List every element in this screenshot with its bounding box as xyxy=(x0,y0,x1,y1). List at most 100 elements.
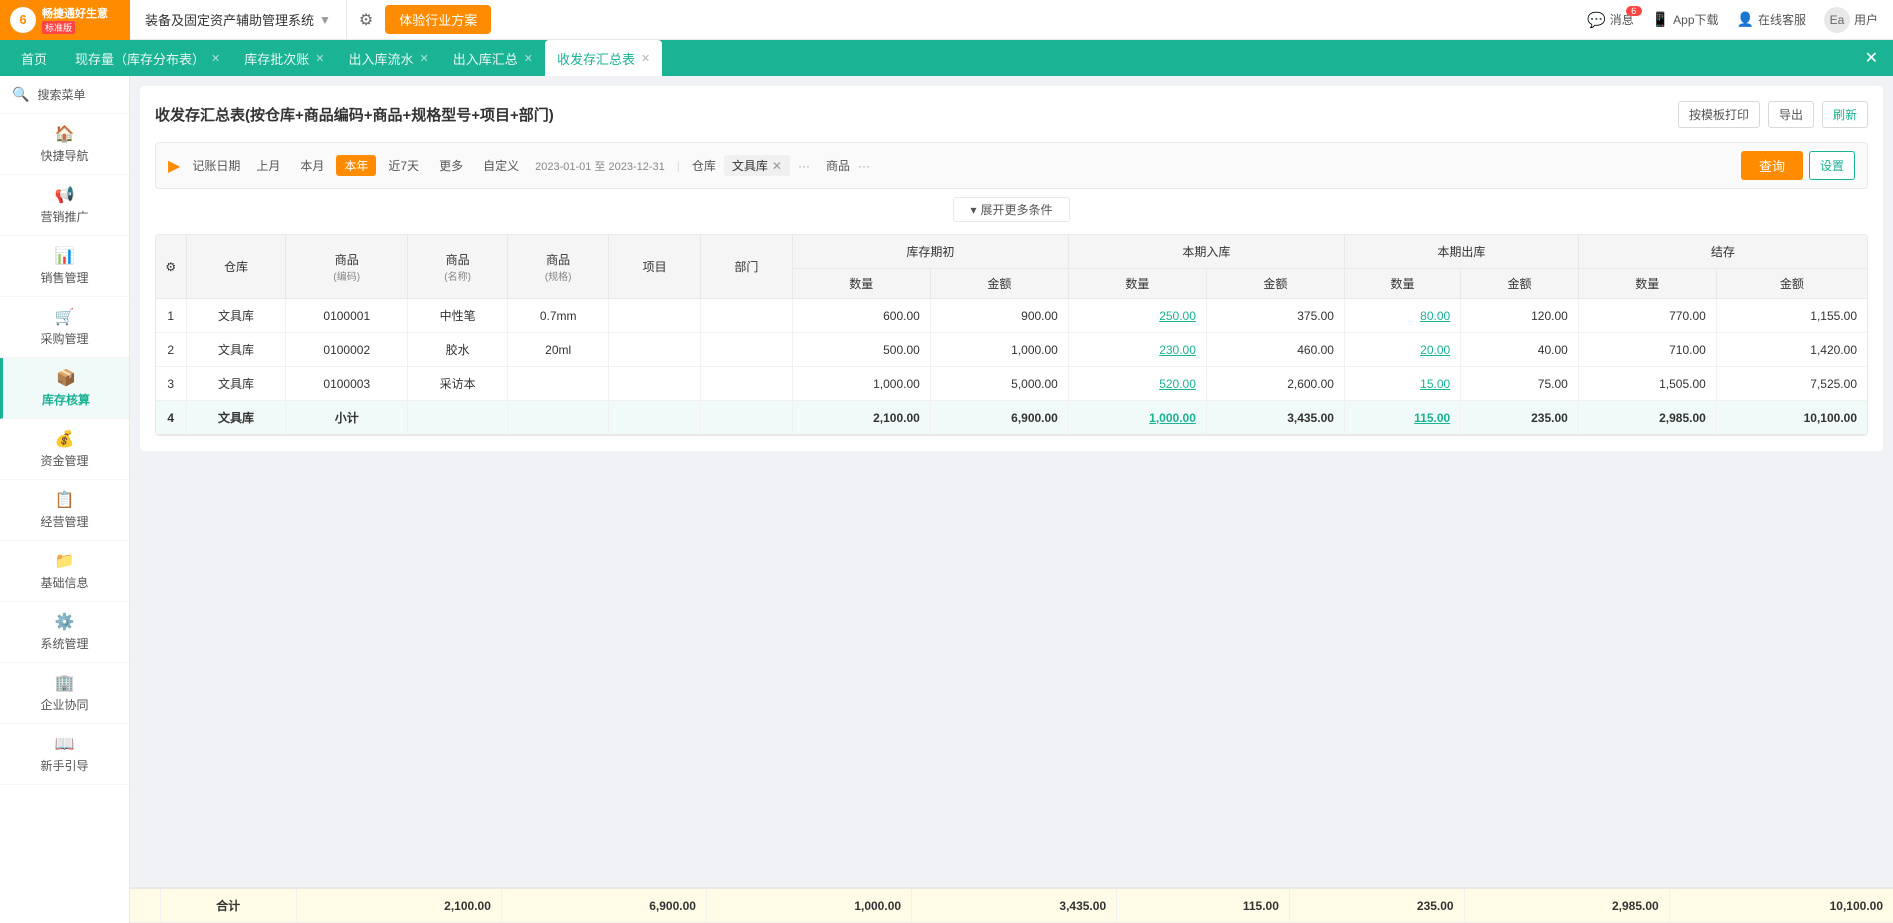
row1-no: 1 xyxy=(156,299,186,333)
total-out-qty: 115.00 xyxy=(1117,889,1290,923)
sidebar-inventory-label: 库存核算 xyxy=(42,391,90,408)
settings-button[interactable]: 设置 xyxy=(1809,151,1855,180)
refresh-button[interactable]: 刷新 xyxy=(1822,101,1868,128)
online-service-item[interactable]: 👤 在线客服 xyxy=(1737,11,1806,28)
sidebar-item-operations[interactable]: 📋 经营管理 xyxy=(0,480,129,541)
col-out-qty-header: 数量 xyxy=(1344,269,1460,299)
row3-name: 采访本 xyxy=(408,367,508,401)
row3-out-amt: 75.00 xyxy=(1461,367,1579,401)
sidebar-item-purchase[interactable]: 🛒 采购管理 xyxy=(0,297,129,358)
date-btn-last-month[interactable]: 上月 xyxy=(248,155,288,176)
expand-conditions-row: ▾ 展开更多条件 xyxy=(155,197,1868,222)
settings-icon-header[interactable]: ⚙ xyxy=(347,10,385,30)
sidebar-item-inventory[interactable]: 📦 库存核算 xyxy=(0,358,129,419)
operations-icon: 📋 xyxy=(55,490,75,510)
subtotal-in-amt: 3,435.00 xyxy=(1206,401,1344,435)
tab-bar-close[interactable]: ✕ xyxy=(1855,48,1888,68)
tab-recv-send-summary[interactable]: 收发存汇总表 ✕ xyxy=(545,40,662,76)
date-btn-7days[interactable]: 近7天 xyxy=(380,155,427,176)
sidebar-purchase-label: 采购管理 xyxy=(40,330,88,347)
tab-recv-send-summary-close[interactable]: ✕ xyxy=(641,52,650,65)
system-title: 装备及固定资产辅助管理系统 xyxy=(145,10,314,29)
subtotal-end-amt: 10,100.00 xyxy=(1716,401,1867,435)
filter-expand-arrow[interactable]: ▶ xyxy=(168,156,180,176)
tab-inout-summary-close[interactable]: ✕ xyxy=(524,52,533,65)
tab-batch-close[interactable]: ✕ xyxy=(315,52,324,65)
sidebar-item-base-info[interactable]: 📁 基础信息 xyxy=(0,541,129,602)
row2-in-amt: 460.00 xyxy=(1206,333,1344,367)
col-warehouse-header: 仓库 xyxy=(186,235,286,299)
print-button[interactable]: 按模板打印 xyxy=(1678,101,1760,128)
col-dept-header: 部门 xyxy=(701,235,793,299)
tab-batch[interactable]: 库存批次账 ✕ xyxy=(232,40,336,76)
subtotal-empty1 xyxy=(408,401,508,435)
sidebar-system-label: 系统管理 xyxy=(40,635,88,652)
date-btn-this-month[interactable]: 本月 xyxy=(292,155,332,176)
table-settings-icon[interactable]: ⚙ xyxy=(165,260,176,274)
total-open-qty: 2,100.00 xyxy=(296,889,501,923)
row1-out-qty[interactable]: 80.00 xyxy=(1344,299,1460,333)
sidebar-item-sales[interactable]: 📊 销售管理 xyxy=(0,236,129,297)
sidebar-finance-label: 资金管理 xyxy=(40,452,88,469)
date-btn-this-year[interactable]: 本年 xyxy=(336,155,376,176)
row2-out-qty[interactable]: 20.00 xyxy=(1344,333,1460,367)
tab-inout-summary[interactable]: 出入库汇总 ✕ xyxy=(441,40,545,76)
row3-in-qty[interactable]: 520.00 xyxy=(1068,367,1206,401)
sidebar-item-enterprise[interactable]: 🏢 企业协同 xyxy=(0,663,129,724)
sidebar-item-guide[interactable]: 📖 新手引导 xyxy=(0,724,129,785)
col-out-header: 本期出库 xyxy=(1344,235,1578,269)
sidebar-enterprise-label: 企业协同 xyxy=(40,696,88,713)
row3-end-qty: 1,505.00 xyxy=(1578,367,1716,401)
row1-out-amt: 120.00 xyxy=(1461,299,1579,333)
col-in-header: 本期入库 xyxy=(1068,235,1344,269)
export-button[interactable]: 导出 xyxy=(1768,101,1814,128)
inventory-icon: 📦 xyxy=(56,368,76,388)
date-btn-custom[interactable]: 自定义 xyxy=(475,155,527,176)
product-dots[interactable]: ··· xyxy=(858,159,870,173)
row2-code: 0100002 xyxy=(286,333,408,367)
row1-warehouse: 文具库 xyxy=(186,299,286,333)
warehouse-tag-close[interactable]: ✕ xyxy=(772,159,782,173)
row3-end-amt: 7,525.00 xyxy=(1716,367,1867,401)
tab-batch-label: 库存批次账 xyxy=(244,49,309,68)
tab-home-label: 首页 xyxy=(21,49,47,68)
total-row: 合计 2,100.00 6,900.00 1,000.00 3,435.00 1… xyxy=(130,889,1893,923)
try-solution-button[interactable]: 体验行业方案 xyxy=(385,5,491,34)
tab-stock-dist[interactable]: 现存量（库存分布表） ✕ xyxy=(63,40,232,76)
row2-in-qty[interactable]: 230.00 xyxy=(1068,333,1206,367)
sidebar-item-marketing[interactable]: 📢 营销推广 xyxy=(0,175,129,236)
row2-project xyxy=(609,333,701,367)
subtotal-out-qty[interactable]: 115.00 xyxy=(1344,401,1460,435)
query-button[interactable]: 查询 xyxy=(1741,151,1803,180)
app-download-item[interactable]: 📱 App下载 xyxy=(1652,11,1719,28)
product-label: 商品 xyxy=(826,157,850,174)
system-icon: ⚙️ xyxy=(55,612,75,632)
row1-in-qty[interactable]: 250.00 xyxy=(1068,299,1206,333)
warehouse-tag-value: 文具库 xyxy=(732,157,768,174)
tab-home[interactable]: 首页 xyxy=(5,40,63,76)
tab-inout-flow[interactable]: 出入库流水 ✕ xyxy=(336,40,440,76)
col-end-qty-header: 数量 xyxy=(1578,269,1716,299)
user-area[interactable]: Ea 用户 xyxy=(1824,7,1878,33)
date-buttons: 上月 本月 本年 近7天 更多 自定义 xyxy=(248,155,527,176)
row3-out-qty[interactable]: 15.00 xyxy=(1344,367,1460,401)
tab-inout-summary-label: 出入库汇总 xyxy=(453,49,518,68)
date-btn-more[interactable]: 更多 xyxy=(431,155,471,176)
sidebar-item-system[interactable]: ⚙️ 系统管理 xyxy=(0,602,129,663)
warehouse-dots[interactable]: ··· xyxy=(798,159,810,173)
sidebar-item-finance[interactable]: 💰 资金管理 xyxy=(0,419,129,480)
subtotal-in-qty[interactable]: 1,000.00 xyxy=(1068,401,1206,435)
system-dropdown-icon[interactable]: ▼ xyxy=(319,13,331,27)
subtotal-open-amt: 6,900.00 xyxy=(930,401,1068,435)
tab-inout-flow-close[interactable]: ✕ xyxy=(420,52,429,65)
message-item[interactable]: 💬 6 消息 xyxy=(1587,11,1634,29)
sidebar-item-search[interactable]: 🔍 搜索菜单 xyxy=(0,76,129,114)
row3-no: 3 xyxy=(156,367,186,401)
col-in-amt-header: 金额 xyxy=(1206,269,1344,299)
expand-conditions-button[interactable]: ▾ 展开更多条件 xyxy=(953,197,1069,222)
col-product-code-header: 商品(编码) xyxy=(286,235,408,299)
sidebar-item-quick-nav[interactable]: 🏠 快捷导航 xyxy=(0,114,129,175)
expand-label: 展开更多条件 xyxy=(981,201,1053,218)
total-in-amt: 3,435.00 xyxy=(912,889,1117,923)
tab-stock-dist-close[interactable]: ✕ xyxy=(211,52,220,65)
